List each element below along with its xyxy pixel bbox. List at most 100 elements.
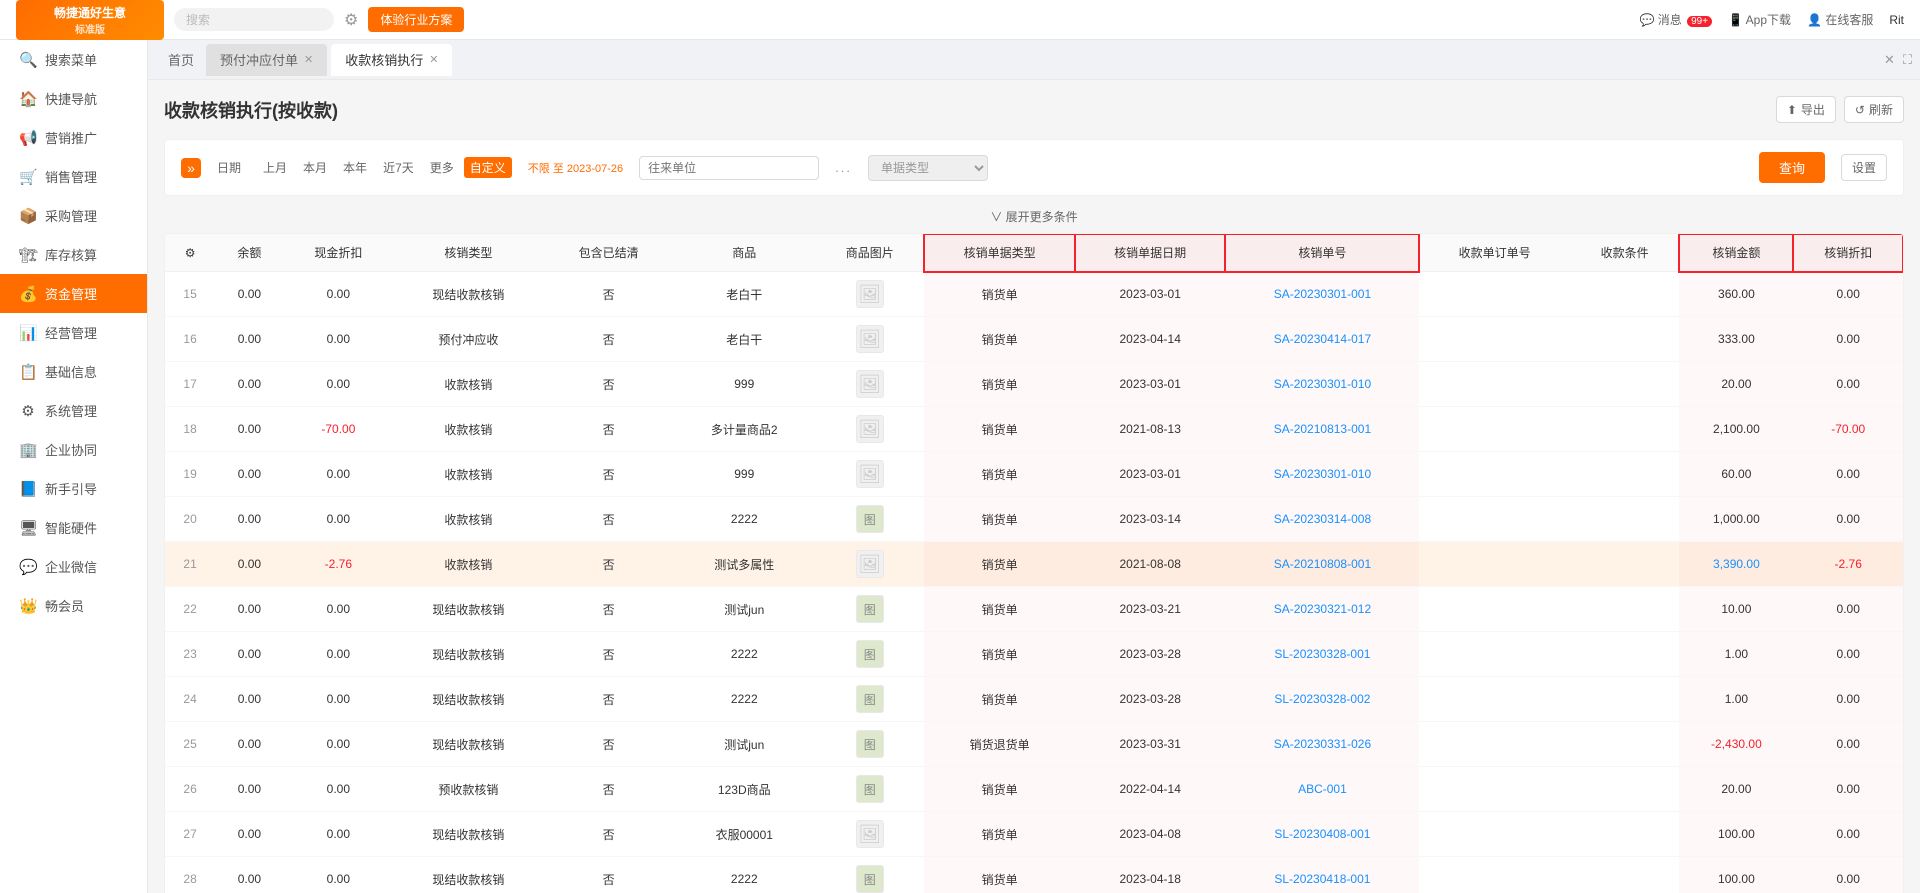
td-balance: 0.00 <box>215 272 283 317</box>
date-range-display: 不限 至 2023-07-26 <box>528 160 623 176</box>
col-gear[interactable]: ⚙ <box>165 234 215 272</box>
sidebar-item-quick-nav[interactable]: 🏠快捷导航 <box>0 79 147 118</box>
sidebar-item-corp[interactable]: 🏢企业协同 <box>0 430 147 469</box>
row-number: 20 <box>165 497 215 542</box>
sidebar-label-hardware: 智能硬件 <box>45 518 97 537</box>
bill-no-link[interactable]: SA-20230331-026 <box>1274 737 1371 751</box>
tab-prepay[interactable]: 预付冲应付单 ✕ <box>206 44 327 76</box>
td-writeoff-bill-no[interactable]: SL-20230328-002 <box>1225 677 1419 722</box>
td-writeoff-bill-no[interactable]: SA-20230331-026 <box>1225 722 1419 767</box>
query-btn[interactable]: 查询 <box>1759 152 1825 183</box>
date-7days[interactable]: 近7天 <box>377 157 420 178</box>
industry-btn[interactable]: 体验行业方案 <box>368 7 464 32</box>
td-writeoff-type: 收款核销 <box>393 497 544 542</box>
td-writeoff-type: 预付冲应收 <box>393 317 544 362</box>
td-receipt-condition <box>1570 767 1679 812</box>
bill-type-select[interactable]: 单据类型 <box>868 155 988 181</box>
window-close-icon[interactable]: ✕ <box>1884 52 1895 68</box>
td-writeoff-bill-type: 销货退货单 <box>924 722 1075 767</box>
bill-no-link[interactable]: ABC-001 <box>1298 782 1347 796</box>
counterpart-input[interactable] <box>639 156 819 180</box>
main-content: 首页 预付冲应付单 ✕ 收款核销执行 ✕ ✕ ⛶ 收款核销执行(按收款) ⬆ <box>148 40 1920 893</box>
table-row: 16 0.00 0.00 预付冲应收 否 老白干 🖼 销货单 2023-04-1… <box>165 317 1903 362</box>
bill-no-link[interactable]: SA-20210808-001 <box>1274 557 1371 571</box>
setting-btn[interactable]: 设置 <box>1841 154 1887 181</box>
td-writeoff-bill-no[interactable]: SL-20230418-001 <box>1225 857 1419 893</box>
date-this-year[interactable]: 本年 <box>337 157 373 178</box>
td-balance: 0.00 <box>215 497 283 542</box>
td-product: 999 <box>674 452 815 497</box>
bill-no-link[interactable]: SA-20230301-010 <box>1274 467 1371 481</box>
td-writeoff-bill-no[interactable]: SA-20230314-008 <box>1225 497 1419 542</box>
sidebar-item-inventory[interactable]: 🏗库存核算 <box>0 235 147 274</box>
online-support[interactable]: 👤 在线客服 <box>1807 11 1873 28</box>
date-prev-month[interactable]: 上月 <box>257 157 293 178</box>
bill-no-link[interactable]: SA-20230301-010 <box>1274 377 1371 391</box>
sidebar-item-hardware[interactable]: 🖥智能硬件 <box>0 508 147 547</box>
td-cash-discount: 0.00 <box>284 587 393 632</box>
td-writeoff-bill-no[interactable]: SA-20230414-017 <box>1225 317 1419 362</box>
td-product: 老白干 <box>674 317 815 362</box>
td-includes-settled: 否 <box>544 497 674 542</box>
td-includes-settled: 否 <box>544 677 674 722</box>
bill-no-link[interactable]: SA-20230321-012 <box>1274 602 1371 616</box>
sidebar-item-guide[interactable]: 📘新手引导 <box>0 469 147 508</box>
export-btn[interactable]: ⬆ 导出 <box>1776 96 1836 123</box>
td-receipt-condition <box>1570 497 1679 542</box>
sidebar-item-wechat[interactable]: 💬企业微信 <box>0 547 147 586</box>
td-writeoff-amount: 20.00 <box>1679 362 1793 407</box>
sidebar-item-system[interactable]: ⚙系统管理 <box>0 391 147 430</box>
tab-collection[interactable]: 收款核销执行 ✕ <box>331 44 452 76</box>
window-expand-icon[interactable]: ⛶ <box>1903 52 1912 68</box>
td-writeoff-bill-no[interactable]: SL-20230328-001 <box>1225 632 1419 677</box>
expand-more-btn[interactable]: ∨ 展开更多条件 <box>990 208 1077 225</box>
finance-icon: 💰 <box>19 285 37 303</box>
date-more[interactable]: 更多 <box>424 157 460 178</box>
message-area[interactable]: 💬 消息 99+ <box>1639 11 1712 28</box>
close-icon[interactable]: ✕ <box>429 53 438 66</box>
bill-no-link[interactable]: SA-20210813-001 <box>1274 422 1371 436</box>
date-custom[interactable]: 自定义 <box>464 157 512 178</box>
td-writeoff-type: 预收款核销 <box>393 767 544 812</box>
bill-no-link[interactable]: SA-20230414-017 <box>1274 332 1371 346</box>
sidebar-item-marketing[interactable]: 📢营销推广 <box>0 118 147 157</box>
app-download[interactable]: 📱 App下载 <box>1728 11 1791 28</box>
bill-no-link[interactable]: SL-20230418-001 <box>1274 872 1370 886</box>
td-writeoff-bill-no[interactable]: SA-20230301-010 <box>1225 362 1419 407</box>
td-receipt-condition <box>1570 452 1679 497</box>
sales-icon: 🛒 <box>19 168 37 186</box>
product-img: 🖼 <box>856 550 884 578</box>
date-this-month[interactable]: 本月 <box>297 157 333 178</box>
bill-no-link[interactable]: SL-20230408-001 <box>1274 827 1370 841</box>
quick-nav-icon: 🏠 <box>19 90 37 108</box>
td-includes-settled: 否 <box>544 722 674 767</box>
close-icon[interactable]: ✕ <box>304 53 313 66</box>
td-writeoff-bill-no[interactable]: SA-20210808-001 <box>1225 542 1419 587</box>
td-includes-settled: 否 <box>544 362 674 407</box>
bill-no-link[interactable]: SL-20230328-002 <box>1274 692 1370 706</box>
tab-home[interactable]: 首页 <box>156 50 206 69</box>
td-writeoff-bill-no[interactable]: SA-20230301-001 <box>1225 272 1419 317</box>
col-product-img: 商品图片 <box>815 234 924 272</box>
td-writeoff-bill-no[interactable]: SL-20230408-001 <box>1225 812 1419 857</box>
sidebar-item-search[interactable]: 🔍搜索菜单 <box>0 40 147 79</box>
col-balance: 余额 <box>215 234 283 272</box>
bill-no-link[interactable]: SA-20230314-008 <box>1274 512 1371 526</box>
sidebar-item-finance[interactable]: 💰资金管理 <box>0 274 147 313</box>
td-writeoff-bill-no[interactable]: SA-20230321-012 <box>1225 587 1419 632</box>
sidebar-item-purchase[interactable]: 📦采购管理 <box>0 196 147 235</box>
refresh-btn[interactable]: ↺ 刷新 <box>1844 96 1904 123</box>
gear-icon[interactable]: ⚙ <box>344 10 358 30</box>
bill-no-link[interactable]: SL-20230328-001 <box>1274 647 1370 661</box>
inventory-icon: 🏗 <box>19 246 37 264</box>
sidebar-item-member[interactable]: 👑畅会员 <box>0 586 147 625</box>
td-writeoff-bill-no[interactable]: SA-20210813-001 <box>1225 407 1419 452</box>
filter-expand-btn[interactable]: » <box>181 158 201 178</box>
td-writeoff-bill-no[interactable]: SA-20230301-010 <box>1225 452 1419 497</box>
row-number: 17 <box>165 362 215 407</box>
sidebar-item-business[interactable]: 📊经营管理 <box>0 313 147 352</box>
sidebar-item-base[interactable]: 📋基础信息 <box>0 352 147 391</box>
bill-no-link[interactable]: SA-20230301-001 <box>1274 287 1371 301</box>
sidebar-item-sales[interactable]: 🛒销售管理 <box>0 157 147 196</box>
td-writeoff-bill-no[interactable]: ABC-001 <box>1225 767 1419 812</box>
